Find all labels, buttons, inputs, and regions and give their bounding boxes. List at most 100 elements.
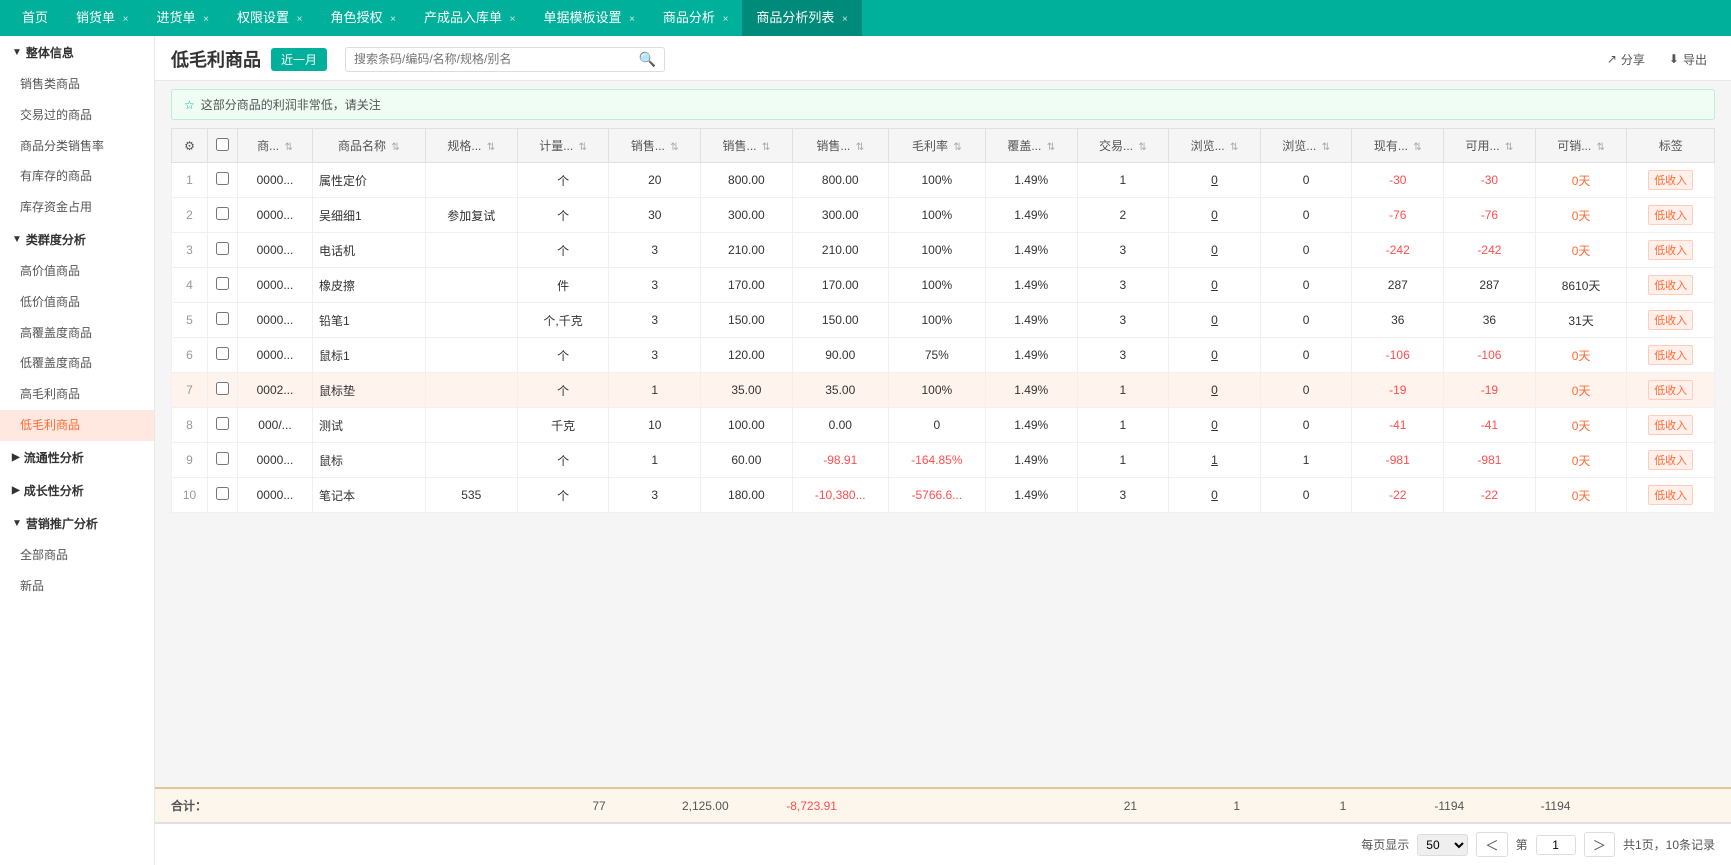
nav-product-analysis-close[interactable]: × <box>723 14 729 25</box>
row-checkbox[interactable] <box>216 277 229 290</box>
row-view1-cell[interactable]: 0 <box>1169 338 1261 373</box>
nav-purchase[interactable]: 进货单 × <box>143 0 223 36</box>
sidebar-group-flow-title[interactable]: ▶ 流通性分析 <box>0 441 154 474</box>
settings-col-header[interactable]: ⚙ <box>172 129 208 163</box>
sidebar-group-marketing-title[interactable]: ▼ 营销推广分析 <box>0 507 154 540</box>
row-checkbox-cell[interactable] <box>208 163 238 198</box>
checkbox-col-header[interactable] <box>208 129 238 163</box>
row-name-cell[interactable]: 电话机 <box>312 233 425 268</box>
sidebar-group-overall-title[interactable]: ▼ 整体信息 <box>0 36 154 69</box>
sort-icon-sellable[interactable]: ⇅ <box>1597 142 1605 153</box>
nav-product-entry-close[interactable]: × <box>510 14 516 25</box>
row-name-cell[interactable]: 鼠标垫 <box>312 373 425 408</box>
sidebar-item-high-value[interactable]: 高价值商品 <box>0 256 154 287</box>
row-view1-cell[interactable]: 0 <box>1169 198 1261 233</box>
sidebar-item-stock-capital[interactable]: 库存资金占用 <box>0 192 154 223</box>
nav-product-analysis[interactable]: 商品分析 × <box>649 0 742 36</box>
row-checkbox-cell[interactable] <box>208 198 238 233</box>
row-view1-cell[interactable]: 0 <box>1169 303 1261 338</box>
row-name-cell[interactable]: 鼠标1 <box>312 338 425 373</box>
sidebar-item-stock-goods[interactable]: 有库存的商品 <box>0 161 154 192</box>
row-checkbox-cell[interactable] <box>208 233 238 268</box>
sort-icon-stock[interactable]: ⇅ <box>1413 142 1421 153</box>
row-name-cell[interactable]: 笔记本 <box>312 478 425 513</box>
nav-permissions[interactable]: 权限设置 × <box>223 0 316 36</box>
search-icon[interactable]: 🔍 <box>639 51 656 68</box>
row-checkbox[interactable] <box>216 487 229 500</box>
row-checkbox-cell[interactable] <box>208 338 238 373</box>
row-view1-cell[interactable]: 0 <box>1169 478 1261 513</box>
row-name-cell[interactable]: 吴细细1 <box>312 198 425 233</box>
sort-icon-transaction[interactable]: ⇅ <box>1138 142 1146 153</box>
sidebar-item-low-value[interactable]: 低价值商品 <box>0 287 154 318</box>
nav-template[interactable]: 单据模板设置 × <box>529 0 648 36</box>
row-checkbox[interactable] <box>216 382 229 395</box>
settings-icon[interactable]: ⚙ <box>184 139 195 153</box>
row-view1-cell[interactable]: 1 <box>1169 443 1261 478</box>
row-name-cell[interactable]: 鼠标 <box>312 443 425 478</box>
share-button[interactable]: ↗ 分享 <box>1599 47 1653 72</box>
sort-icon-qty[interactable]: ⇅ <box>670 142 678 153</box>
sort-icon-view2[interactable]: ⇅ <box>1322 142 1330 153</box>
nav-home[interactable]: 首页 <box>8 0 62 36</box>
row-name-cell[interactable]: 橡皮擦 <box>312 268 425 303</box>
export-button[interactable]: ⬇ 导出 <box>1661 47 1715 72</box>
nav-product-analysis-list-close[interactable]: × <box>842 14 848 25</box>
sidebar-item-sales-goods[interactable]: 销售类商品 <box>0 69 154 100</box>
nav-template-close[interactable]: × <box>629 14 635 25</box>
sort-icon-unit[interactable]: ⇅ <box>579 142 587 153</box>
nav-purchase-close[interactable]: × <box>203 14 209 25</box>
row-name-cell[interactable]: 铅笔1 <box>312 303 425 338</box>
select-all-checkbox[interactable] <box>216 138 229 151</box>
sidebar-item-all-goods[interactable]: 全部商品 <box>0 540 154 571</box>
sidebar-item-high-coverage[interactable]: 高覆盖度商品 <box>0 318 154 349</box>
row-checkbox[interactable] <box>216 242 229 255</box>
page-number-input[interactable] <box>1536 835 1576 855</box>
row-view1-cell[interactable]: 0 <box>1169 268 1261 303</box>
sort-icon-spec[interactable]: ⇅ <box>487 142 495 153</box>
nav-sales[interactable]: 销货单 × <box>62 0 142 36</box>
nav-roles[interactable]: 角色授权 × <box>316 0 409 36</box>
sort-icon-view1[interactable]: ⇅ <box>1230 142 1238 153</box>
nav-roles-close[interactable]: × <box>390 14 396 25</box>
sort-icon-available[interactable]: ⇅ <box>1505 142 1513 153</box>
sidebar-item-new-goods[interactable]: 新品 <box>0 571 154 602</box>
row-checkbox-cell[interactable] <box>208 303 238 338</box>
sort-icon-amount[interactable]: ⇅ <box>762 142 770 153</box>
sidebar-group-cluster-title[interactable]: ▼ 类群度分析 <box>0 223 154 256</box>
row-checkbox-cell[interactable] <box>208 408 238 443</box>
sidebar-item-traded-goods[interactable]: 交易过的商品 <box>0 100 154 131</box>
search-input[interactable] <box>354 52 639 66</box>
sidebar-item-high-margin[interactable]: 高毛利商品 <box>0 379 154 410</box>
row-checkbox[interactable] <box>216 347 229 360</box>
period-button[interactable]: 近一月 <box>271 48 327 71</box>
row-checkbox[interactable] <box>216 312 229 325</box>
sidebar-item-low-coverage[interactable]: 低覆盖度商品 <box>0 348 154 379</box>
prev-page-button[interactable]: ＜ <box>1476 832 1507 857</box>
row-name-cell[interactable]: 测试 <box>312 408 425 443</box>
page-size-select[interactable]: 50 20 100 <box>1417 834 1468 856</box>
sidebar-group-growth-title[interactable]: ▶ 成长性分析 <box>0 474 154 507</box>
row-name-cell[interactable]: 属性定价 <box>312 163 425 198</box>
row-checkbox[interactable] <box>216 172 229 185</box>
row-checkbox[interactable] <box>216 452 229 465</box>
row-checkbox[interactable] <box>216 207 229 220</box>
next-page-button[interactable]: ＞ <box>1584 832 1615 857</box>
nav-product-entry[interactable]: 产成品入库单 × <box>410 0 529 36</box>
row-checkbox[interactable] <box>216 417 229 430</box>
nav-sales-close[interactable]: × <box>123 14 129 25</box>
sort-icon-name[interactable]: ⇅ <box>391 142 399 153</box>
nav-product-analysis-list[interactable]: 商品分析列表 × <box>742 0 861 36</box>
row-view1-cell[interactable]: 0 <box>1169 163 1261 198</box>
sort-icon-coverage[interactable]: ⇅ <box>1047 142 1055 153</box>
sort-icon-profit[interactable]: ⇅ <box>856 142 864 153</box>
sort-icon-margin[interactable]: ⇅ <box>953 142 961 153</box>
sidebar-item-low-margin[interactable]: 低毛利商品 <box>0 410 154 441</box>
sort-icon[interactable]: ⇅ <box>284 142 292 153</box>
row-checkbox-cell[interactable] <box>208 443 238 478</box>
nav-permissions-close[interactable]: × <box>297 14 303 25</box>
row-checkbox-cell[interactable] <box>208 373 238 408</box>
sidebar-item-category-rate[interactable]: 商品分类销售率 <box>0 131 154 162</box>
row-view1-cell[interactable]: 0 <box>1169 373 1261 408</box>
row-checkbox-cell[interactable] <box>208 268 238 303</box>
